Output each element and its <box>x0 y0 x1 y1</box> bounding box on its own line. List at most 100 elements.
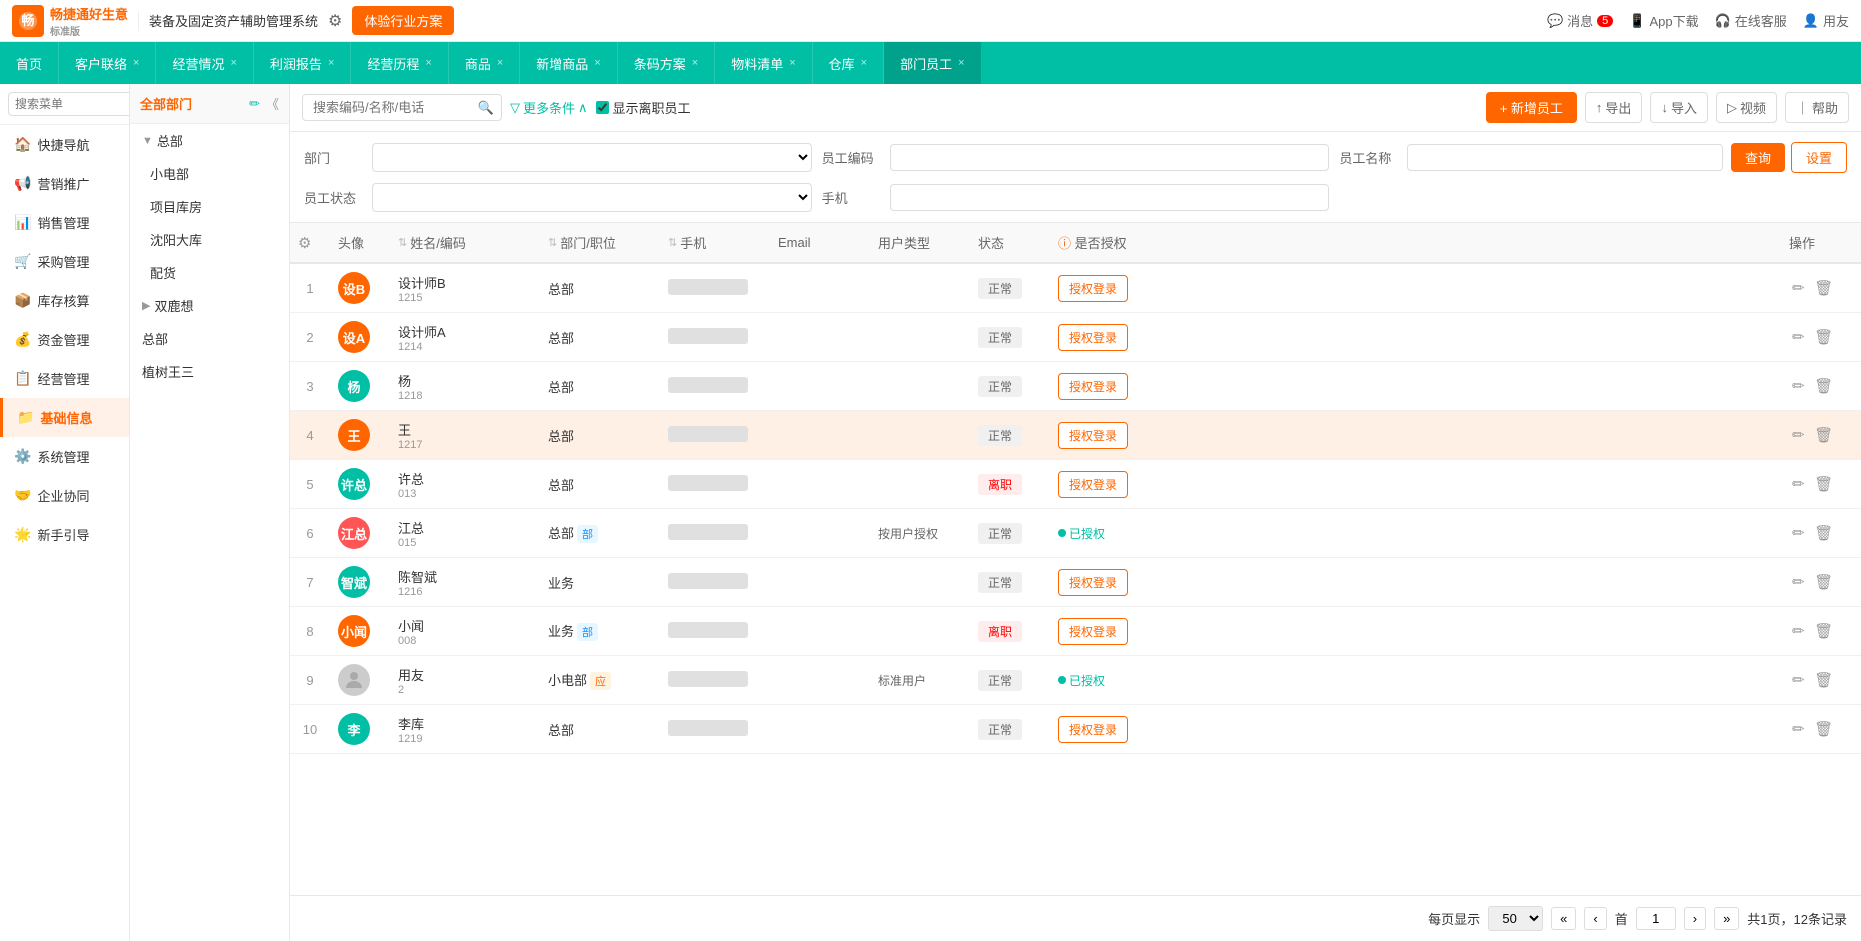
auth-button[interactable]: 授权登录 <box>1058 569 1128 596</box>
auth-button[interactable]: 授权登录 <box>1058 716 1128 743</box>
dept-tree-item-shenyang[interactable]: 沈阳大库 <box>130 223 289 256</box>
edit-button[interactable]: ✏ <box>1789 573 1808 591</box>
delete-button[interactable]: 🗑 <box>1811 622 1836 640</box>
delete-button[interactable]: 🗑 <box>1811 377 1836 395</box>
empcode-input[interactable] <box>890 144 1330 171</box>
more-filters-button[interactable]: ▽ 更多条件 ∧ <box>510 98 588 117</box>
first-page-button[interactable]: « <box>1551 907 1576 930</box>
app-download-button[interactable]: 📱 App下载 <box>1629 11 1698 30</box>
view-button[interactable]: ▷ 视频 <box>1716 92 1777 123</box>
dept-collapse-icon[interactable]: 《 <box>266 94 279 113</box>
query-button[interactable]: 查询 <box>1731 143 1785 172</box>
phone-label: 手机 <box>822 188 882 207</box>
empname-input[interactable] <box>1407 144 1723 171</box>
td-avatar: 设B <box>330 263 390 313</box>
dept-tree-item-peihuo[interactable]: 配货 <box>130 256 289 289</box>
dept-tree-item-shuanglu[interactable]: ▶ 双鹿想 <box>130 289 289 322</box>
sidebar-search-input[interactable] <box>8 92 130 116</box>
next-page-button[interactable]: › <box>1684 907 1706 930</box>
edit-button[interactable]: ✏ <box>1789 622 1808 640</box>
auth-button[interactable]: 授权登录 <box>1058 373 1128 400</box>
delete-button[interactable]: 🗑 <box>1811 426 1836 444</box>
trial-button[interactable]: 体验行业方案 <box>352 6 454 35</box>
edit-button[interactable]: ✏ <box>1789 475 1808 493</box>
col-settings-icon[interactable]: ⚙ <box>298 235 311 252</box>
status-badge: 离职 <box>978 621 1022 642</box>
sidebar-item-marketing[interactable]: 📢 营销推广 <box>0 164 129 203</box>
dept-tree-item-zhishu[interactable]: 植树王三 <box>130 355 289 388</box>
edit-button[interactable]: ✏ <box>1789 328 1808 346</box>
dept-tree-item-xiaodianbu[interactable]: 小电部 <box>130 157 289 190</box>
nav-item-add-goods[interactable]: 新增商品 × <box>520 42 617 84</box>
th-phone[interactable]: ⇅ 手机 <box>660 223 770 263</box>
status-select[interactable] <box>372 183 812 212</box>
edit-button[interactable]: ✏ <box>1789 426 1808 444</box>
sidebar-item-nav[interactable]: 🏠 快捷导航 <box>0 125 129 164</box>
auth-button[interactable]: 授权登录 <box>1058 422 1128 449</box>
delete-button[interactable]: 🗑 <box>1811 720 1836 738</box>
sidebar-item-finance[interactable]: 💰 资金管理 <box>0 320 129 359</box>
avatar <box>338 664 370 696</box>
delete-button[interactable]: 🗑 <box>1811 573 1836 591</box>
page-size-select[interactable]: 50 20 100 <box>1488 906 1543 931</box>
add-employee-button[interactable]: + 新增员工 <box>1486 92 1577 123</box>
edit-button[interactable]: ✏ <box>1789 279 1808 297</box>
last-page-button[interactable]: » <box>1714 907 1739 930</box>
import-button[interactable]: ↓ 导入 <box>1650 92 1708 123</box>
auth-button[interactable]: 授权登录 <box>1058 275 1128 302</box>
nav-item-home[interactable]: 首页 <box>0 42 59 84</box>
resigned-checkbox-input[interactable] <box>596 101 609 114</box>
th-dept[interactable]: ⇅ 部门/职位 <box>540 223 660 263</box>
user-menu[interactable]: 👤 用友 <box>1803 11 1849 30</box>
dept-tree-item-xiangmu[interactable]: 项目库房 <box>130 190 289 223</box>
online-service-button[interactable]: 🎧 在线客服 <box>1715 11 1787 30</box>
sidebar-item-basic[interactable]: 📁 基础信息 <box>0 398 129 437</box>
search-input[interactable] <box>302 94 502 121</box>
sidebar-item-collab[interactable]: 🤝 企业协同 <box>0 476 129 515</box>
sidebar-item-inventory[interactable]: 📦 库存核算 <box>0 281 129 320</box>
nav-item-profit[interactable]: 利润报告 × <box>254 42 351 84</box>
td-dept: 总部 <box>540 313 660 362</box>
delete-button[interactable]: 🗑 <box>1811 475 1836 493</box>
sidebar-item-purchase[interactable]: 🛒 采购管理 <box>0 242 129 281</box>
edit-button[interactable]: ✏ <box>1789 377 1808 395</box>
dept-tree-item-zongbu2[interactable]: 总部 <box>130 322 289 355</box>
nav-item-customers[interactable]: 客户联络 × <box>59 42 156 84</box>
phone-input[interactable] <box>890 184 1330 211</box>
dept-tree-item-zongbu-expand[interactable]: ▼ 总部 <box>130 124 289 157</box>
show-resigned-checkbox[interactable]: 显示离职员工 <box>596 98 691 117</box>
edit-button[interactable]: ✏ <box>1789 524 1808 542</box>
help-button[interactable]: ｜ 帮助 <box>1785 92 1849 123</box>
nav-item-employees[interactable]: 部门员工 × <box>884 42 981 84</box>
edit-button[interactable]: ✏ <box>1789 671 1808 689</box>
nav-item-history[interactable]: 经营历程 × <box>351 42 448 84</box>
nav-item-business[interactable]: 经营情况 × <box>156 42 253 84</box>
delete-button[interactable]: 🗑 <box>1811 524 1836 542</box>
sidebar-item-guide[interactable]: 🌟 新手引导 <box>0 515 129 554</box>
prev-page-button[interactable]: ‹ <box>1584 907 1606 930</box>
sidebar-item-system[interactable]: ⚙️ 系统管理 <box>0 437 129 476</box>
dept-edit-icon[interactable]: ✏ <box>249 96 260 112</box>
avatar: 李 <box>338 713 370 745</box>
edit-button[interactable]: ✏ <box>1789 720 1808 738</box>
auth-button[interactable]: 授权登录 <box>1058 618 1128 645</box>
settings-button[interactable]: ⚙ <box>328 11 342 31</box>
page-number-input[interactable] <box>1636 907 1676 930</box>
sidebar-item-sales[interactable]: 📊 销售管理 <box>0 203 129 242</box>
messages-button[interactable]: 💬 消息 5 <box>1547 11 1613 30</box>
nav-item-barcode[interactable]: 条码方案 × <box>618 42 715 84</box>
delete-button[interactable]: 🗑 <box>1811 279 1836 297</box>
set-button[interactable]: 设置 <box>1791 142 1847 173</box>
delete-button[interactable]: 🗑 <box>1811 671 1836 689</box>
delete-button[interactable]: 🗑 <box>1811 328 1836 346</box>
authorized-label: 已授权 <box>1058 672 1162 689</box>
auth-button[interactable]: 授权登录 <box>1058 471 1128 498</box>
nav-item-bom[interactable]: 物料清单 × <box>715 42 812 84</box>
auth-button[interactable]: 授权登录 <box>1058 324 1128 351</box>
export-button[interactable]: ↑ 导出 <box>1585 92 1643 123</box>
dept-select[interactable] <box>372 143 812 172</box>
sidebar-item-operation[interactable]: 📋 经营管理 <box>0 359 129 398</box>
nav-item-warehouse[interactable]: 仓库 × <box>813 42 884 84</box>
nav-item-goods[interactable]: 商品 × <box>449 42 520 84</box>
th-name[interactable]: ⇅ 姓名/编码 <box>390 223 540 263</box>
